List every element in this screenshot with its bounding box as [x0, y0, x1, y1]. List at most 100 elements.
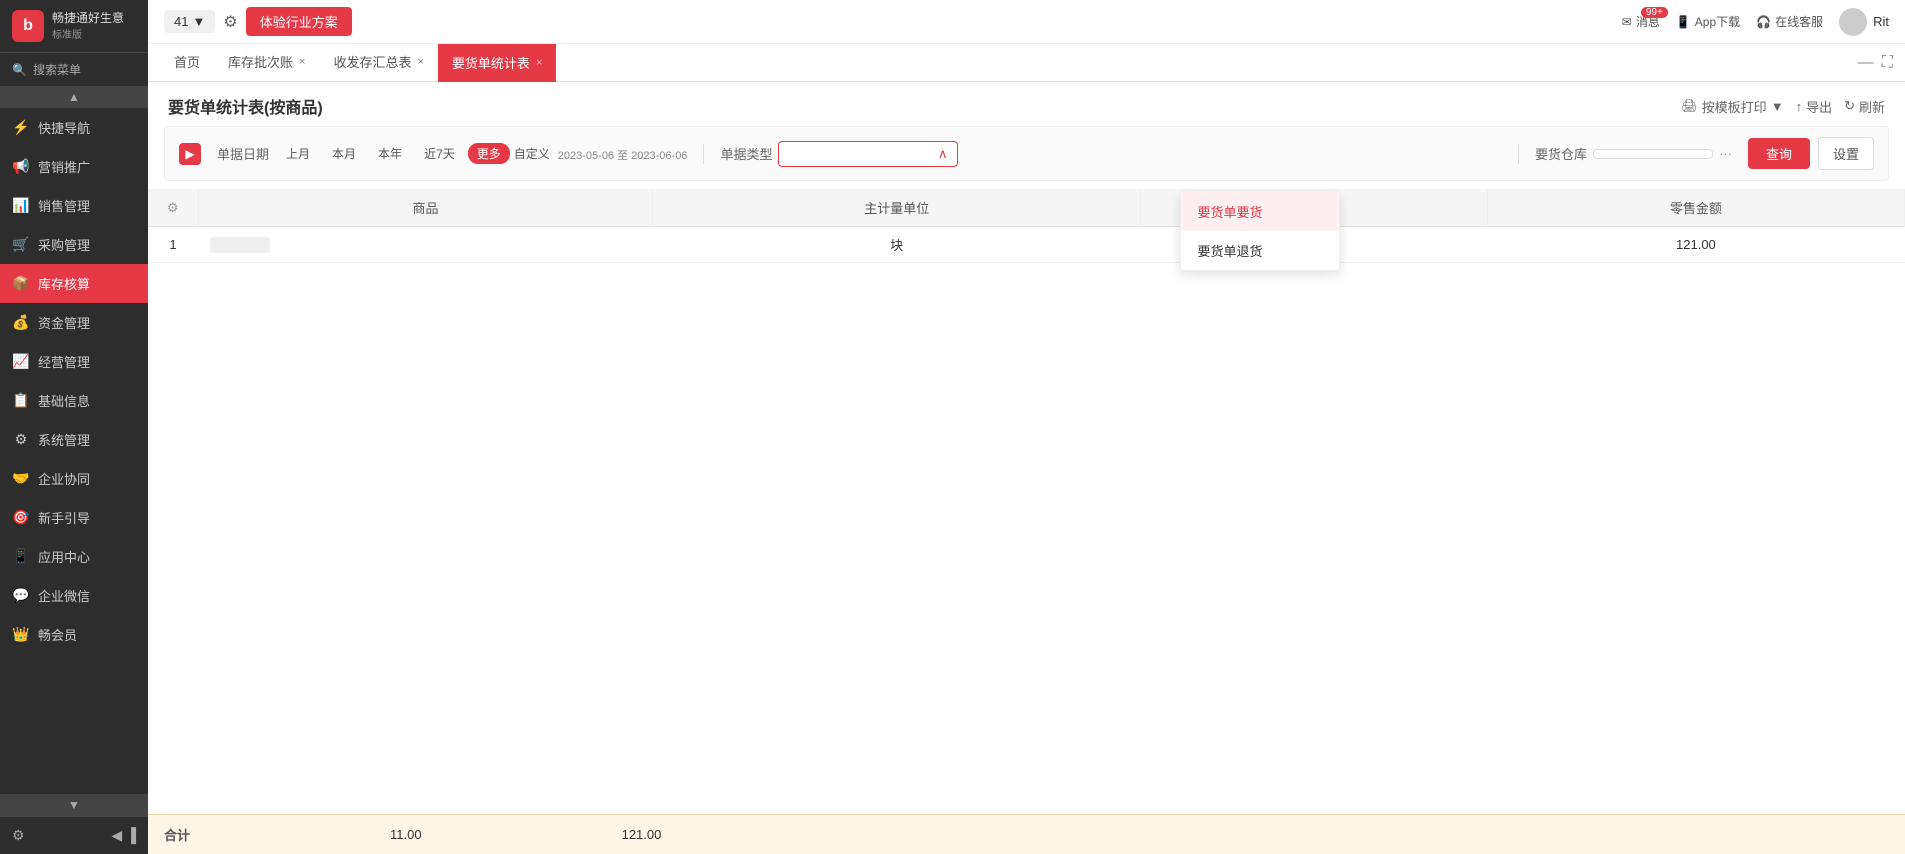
sidebar-item-label: 营销推广 — [38, 157, 90, 176]
data-table: ⚙ 商品 主计量单位 主数量 零售金额 1 — [148, 189, 1905, 263]
type-select-arrow: ∧ — [938, 146, 948, 162]
topbar: 41 ▼ ⚙ 体验行业方案 ✉ 消息 99+ 📱 App下载 🎧 在线客服 R — [148, 0, 1905, 44]
store-selector[interactable]: 41 ▼ — [164, 10, 215, 33]
tab-minimize-icon[interactable]: — — [1858, 54, 1874, 72]
topbar-gear-icon[interactable]: ⚙ — [223, 12, 237, 32]
sidebar-item-label: 库存核算 — [38, 274, 90, 293]
sidebar-search[interactable]: 🔍 搜索菜单 — [0, 53, 148, 86]
date-filter-group: 单据日期 上月 本月 本年 近7天 更多 自定义 2023-05-06 至 20… — [217, 142, 687, 165]
sidebar-item-basics[interactable]: 📋 基础信息 — [0, 381, 148, 420]
set-button[interactable]: 设置 — [1818, 137, 1874, 170]
col-gear: ⚙ — [148, 189, 198, 227]
filter-expand-button[interactable]: ▶ — [179, 143, 201, 165]
date-this-year[interactable]: 本年 — [369, 142, 411, 165]
store-dropdown-icon: ▼ — [192, 14, 205, 29]
refresh-button[interactable]: ↻ 刷新 — [1844, 97, 1885, 116]
appstore-icon: 📱 — [12, 548, 30, 566]
warehouse-input[interactable] — [1593, 149, 1713, 159]
sidebar-item-finance[interactable]: 💰 资金管理 — [0, 303, 148, 342]
sidebar-item-member[interactable]: 👑 畅会员 — [0, 615, 148, 654]
message-badge[interactable]: ✉ 消息 99+ — [1622, 13, 1660, 30]
type-select[interactable]: ∧ — [778, 141, 958, 167]
sidebar-item-inventory[interactable]: 📦 库存核算 — [0, 264, 148, 303]
sidebar-item-shortcut[interactable]: ⚡ 快捷导航 — [0, 108, 148, 147]
sidebar-item-label: 经营管理 — [38, 352, 90, 371]
warehouse-filter-group: 要货仓库 ··· — [1535, 144, 1732, 163]
dropdown-item-purchase[interactable]: 要货单要货 — [1181, 192, 1339, 231]
marketing-icon: 📢 — [12, 158, 30, 176]
date-more[interactable]: 更多 — [468, 143, 510, 164]
row-unit: 块 — [653, 227, 1141, 263]
table-gear-icon[interactable]: ⚙ — [167, 200, 179, 215]
inventory-icon: 📦 — [12, 275, 30, 293]
date-last-month[interactable]: 上月 — [277, 142, 319, 165]
dropdown-item-return[interactable]: 要货单退货 — [1181, 231, 1339, 270]
print-button[interactable]: 🖨 按模板打印 ▼ — [1681, 97, 1783, 116]
type-filter-label: 单据类型 — [720, 144, 772, 163]
tab-summary-label: 收发存汇总表 — [333, 52, 411, 71]
user-name: Rit — [1873, 14, 1889, 29]
date-7days[interactable]: 近7天 — [415, 142, 464, 165]
tab-order-stat-close[interactable]: × — [536, 57, 542, 69]
sidebar-item-label: 基础信息 — [38, 391, 90, 410]
export-icon: ↑ — [1796, 99, 1803, 114]
tab-batch-label: 库存批次账 — [228, 52, 293, 71]
user-area[interactable]: Rit — [1839, 8, 1889, 36]
sidebar-scroll-down[interactable]: ▼ — [0, 794, 148, 816]
sidebar-item-sales[interactable]: 📊 销售管理 — [0, 186, 148, 225]
row-no: 1 — [148, 227, 198, 263]
sidebar-item-label: 企业微信 — [38, 586, 90, 605]
tab-summary[interactable]: 收发存汇总表 × — [319, 44, 437, 82]
date-custom[interactable]: 自定义 — [514, 145, 550, 162]
table-wrap: ⚙ 商品 主计量单位 主数量 零售金额 1 — [148, 189, 1905, 814]
tabbar-right: — ⛶ — [1858, 54, 1893, 72]
table-row: 1 块 11.00 121.00 — [148, 227, 1905, 263]
table-header-row: ⚙ 商品 主计量单位 主数量 零售金额 — [148, 189, 1905, 227]
collapse-icon[interactable]: ◀ ▐ — [111, 827, 136, 844]
tab-expand-icon[interactable]: ⛶ — [1882, 54, 1893, 72]
tab-summary-close[interactable]: × — [417, 56, 423, 68]
tab-home[interactable]: 首页 — [160, 44, 214, 82]
promo-button[interactable]: 体验行业方案 — [246, 7, 352, 36]
enterprise-icon: 🤝 — [12, 470, 30, 488]
operations-icon: 📈 — [12, 353, 30, 371]
tab-batch[interactable]: 库存批次账 × — [214, 44, 319, 82]
sidebar-scroll-up[interactable]: ▲ — [0, 86, 148, 108]
tab-batch-close[interactable]: × — [299, 56, 305, 68]
page-header-actions: 🖨 按模板打印 ▼ ↑ 导出 ↻ 刷新 — [1681, 97, 1885, 116]
app-download-link[interactable]: 📱 App下载 — [1676, 13, 1740, 30]
refresh-label: 刷新 — [1859, 97, 1885, 116]
row-product — [198, 227, 653, 263]
refresh-icon: ↻ — [1844, 98, 1855, 114]
page-body: 要货单统计表(按商品) 🖨 按模板打印 ▼ ↑ 导出 ↻ 刷新 — [148, 82, 1905, 854]
app-download-label: App下载 — [1695, 13, 1740, 30]
member-icon: 👑 — [12, 626, 30, 644]
export-button[interactable]: ↑ 导出 — [1796, 97, 1833, 116]
sidebar-item-purchase[interactable]: 🛒 采购管理 — [0, 225, 148, 264]
sidebar-item-appstore[interactable]: 📱 应用中心 — [0, 537, 148, 576]
app-sub: 标准版 — [52, 26, 124, 41]
sidebar-item-label: 快捷导航 — [38, 118, 90, 137]
sidebar-item-enterprise[interactable]: 🤝 企业协同 — [0, 459, 148, 498]
date-this-month[interactable]: 本月 — [323, 142, 365, 165]
sidebar-item-marketing[interactable]: 📢 营销推广 — [0, 147, 148, 186]
settings-icon[interactable]: ⚙ — [12, 827, 25, 844]
headset-icon: 🎧 — [1756, 15, 1771, 29]
basics-icon: 📋 — [12, 392, 30, 410]
sidebar-item-newguide[interactable]: 🎯 新手引导 — [0, 498, 148, 537]
sidebar-item-system[interactable]: ⚙ 系统管理 — [0, 420, 148, 459]
footer-total-qty: 11.00 — [390, 827, 422, 842]
store-name: 41 — [174, 14, 188, 29]
wechat-icon: 💬 — [12, 587, 30, 605]
col-unit: 主计量单位 — [653, 189, 1141, 227]
filter-divider-2 — [1518, 144, 1519, 164]
online-service-link[interactable]: 🎧 在线客服 — [1756, 13, 1823, 30]
col-amount: 零售金额 — [1487, 189, 1904, 227]
tab-order-stat[interactable]: 要货单统计表 × — [438, 44, 556, 82]
sidebar-item-wechat[interactable]: 💬 企业微信 — [0, 576, 148, 615]
query-button[interactable]: 查询 — [1748, 138, 1810, 169]
sidebar-item-operations[interactable]: 📈 经营管理 — [0, 342, 148, 381]
sidebar-item-label: 企业协同 — [38, 469, 90, 488]
warehouse-dots[interactable]: ··· — [1719, 146, 1732, 161]
footer-label: 合计 — [164, 825, 190, 844]
